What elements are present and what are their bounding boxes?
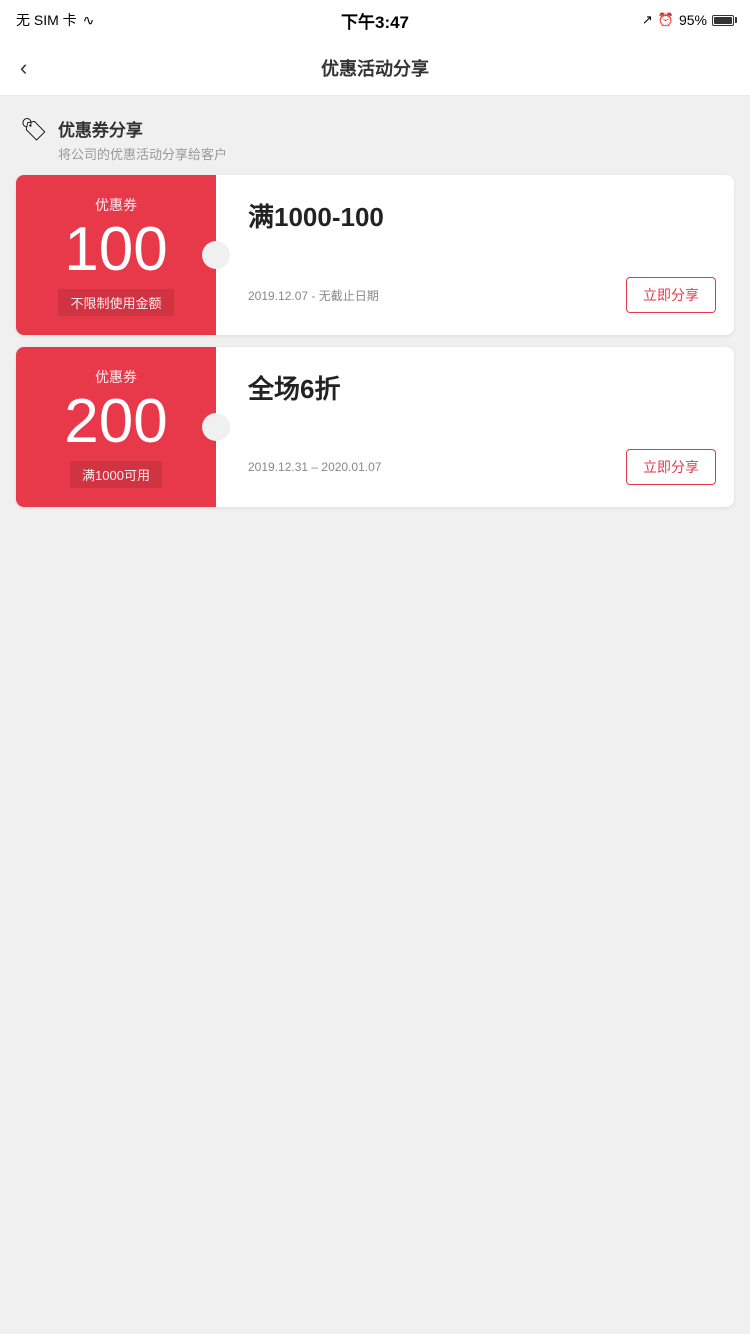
section-title: 优惠券分享 [58,116,227,141]
empty-area [0,507,750,1067]
coupon-card: 优惠券 200 满1000可用 全场6折 2019.12.31 – 2020.0… [16,347,734,507]
coupon-restriction: 不限制使用金额 [58,289,173,316]
share-button[interactable]: 立即分享 [626,449,716,485]
coupon-icon: 🏷 [20,117,48,143]
coupon-stub: 优惠券 100 不限制使用金额 [16,175,216,335]
wifi-icon: ∿ [83,12,95,29]
back-icon: ‹ [20,55,27,81]
status-left: 无 SIM 卡 ∿ [16,10,94,30]
back-button[interactable]: ‹ [20,55,27,81]
coupon-list: 优惠券 100 不限制使用金额 满1000-100 2019.12.07 - 无… [0,175,750,507]
page-title: 优惠活动分享 [321,55,429,81]
status-time: 下午3:47 [341,8,409,33]
coupon-footer: 2019.12.07 - 无截止日期 立即分享 [248,277,716,313]
battery-percent: 95% [679,12,707,28]
coupon-footer: 2019.12.31 – 2020.01.07 立即分享 [248,449,716,485]
coupon-amount: 200 [64,391,167,453]
share-button[interactable]: 立即分享 [626,277,716,313]
coupon-content: 全场6折 2019.12.31 – 2020.01.07 立即分享 [216,347,734,507]
nav-bar: ‹ 优惠活动分享 [0,40,750,96]
coupon-content: 满1000-100 2019.12.07 - 无截止日期 立即分享 [216,175,734,335]
status-right: ↗ ⏰ 95% [642,12,734,28]
coupon-label: 优惠券 [95,367,137,387]
alarm-icon: ⏰ [658,12,674,28]
coupon-restriction: 满1000可用 [70,461,162,488]
status-bar: 无 SIM 卡 ∿ 下午3:47 ↗ ⏰ 95% [0,0,750,40]
coupon-name: 全场6折 [248,369,716,406]
coupon-stub: 优惠券 200 满1000可用 [16,347,216,507]
section-subtitle: 将公司的优惠活动分享给客户 [58,144,227,163]
coupon-label: 优惠券 [95,195,137,215]
coupon-date: 2019.12.31 – 2020.01.07 [248,460,381,474]
section-header: 🏷 优惠券分享 将公司的优惠活动分享给客户 [0,96,750,175]
coupon-date: 2019.12.07 - 无截止日期 [248,287,379,304]
battery-icon [712,15,734,26]
coupon-card: 优惠券 100 不限制使用金额 满1000-100 2019.12.07 - 无… [16,175,734,335]
section-text: 优惠券分享 将公司的优惠活动分享给客户 [58,116,227,163]
coupon-name: 满1000-100 [248,197,716,234]
sim-label: 无 SIM 卡 [16,10,77,30]
location-icon: ↗ [642,12,653,28]
coupon-amount: 100 [64,219,167,281]
